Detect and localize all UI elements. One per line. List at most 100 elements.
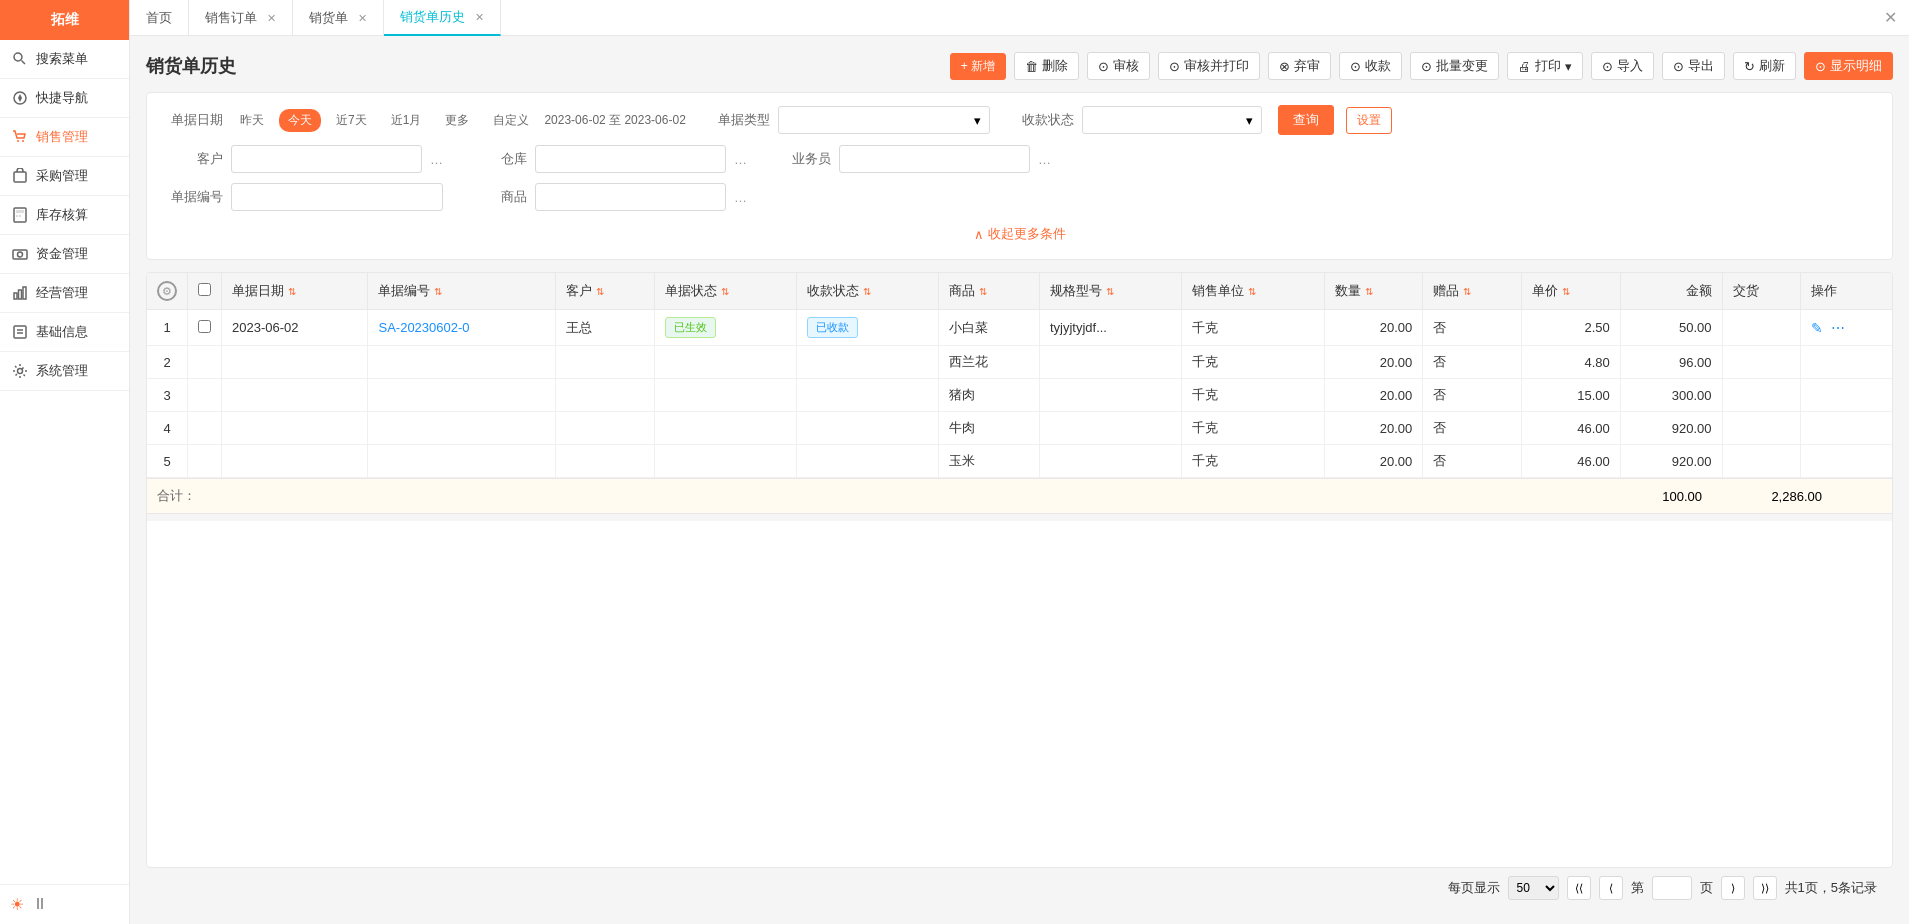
close-tab-sales-order[interactable]: ✕: [267, 0, 276, 36]
collect-status-select[interactable]: ▾: [1082, 106, 1262, 134]
th-doc-date[interactable]: 单据日期 ⇅: [222, 273, 368, 310]
prev-page-btn[interactable]: ⟨: [1599, 876, 1623, 900]
refresh-button[interactable]: ↻ 刷新: [1733, 52, 1796, 80]
page-number-input[interactable]: 1: [1652, 876, 1692, 900]
import-button[interactable]: ⊙ 导入: [1591, 52, 1654, 80]
th-doc-no[interactable]: 单据编号 ⇅: [368, 273, 556, 310]
show-detail-button[interactable]: ⊙ 显示明细: [1804, 52, 1893, 80]
cell-gift: 否: [1423, 346, 1522, 379]
cell-doc-no[interactable]: [368, 445, 556, 478]
next-page-btn[interactable]: ⟩: [1721, 876, 1745, 900]
date-tag-1month[interactable]: 近1月: [382, 109, 431, 132]
cell-collect-status: [797, 346, 939, 379]
cell-collect-status: [797, 412, 939, 445]
collapse-row[interactable]: ∧ 收起更多条件: [163, 221, 1876, 247]
date-tag-more[interactable]: 更多: [436, 109, 478, 132]
th-goods[interactable]: 商品 ⇅: [939, 273, 1039, 310]
cell-action: [1801, 445, 1892, 478]
sidebar-item-purchase-mgmt[interactable]: 采购管理: [0, 157, 129, 196]
close-tab-sales-goods[interactable]: ✕: [358, 0, 367, 36]
select-all-checkbox[interactable]: [198, 283, 211, 296]
column-settings-icon[interactable]: ⚙: [157, 281, 177, 301]
close-all-tabs[interactable]: ✕: [1884, 8, 1909, 27]
sun-icon[interactable]: ☀: [10, 895, 24, 914]
new-button[interactable]: + 新增: [950, 53, 1006, 80]
th-qty[interactable]: 数量 ⇅: [1324, 273, 1423, 310]
sidebar-item-ops-mgmt[interactable]: 经营管理: [0, 274, 129, 313]
cell-doc-no[interactable]: [368, 346, 556, 379]
cell-doc-no[interactable]: [368, 412, 556, 445]
audit-button[interactable]: ⊙ 审核: [1087, 52, 1150, 80]
tab-home[interactable]: 首页: [130, 0, 189, 36]
cell-checkbox[interactable]: [188, 379, 222, 412]
tab-sales-goods[interactable]: 销货单 ✕: [293, 0, 384, 36]
first-page-btn[interactable]: ⟨⟨: [1567, 876, 1591, 900]
per-page-select[interactable]: 50 100 200: [1508, 876, 1559, 900]
query-button[interactable]: 查询: [1278, 105, 1334, 135]
doc-no-input[interactable]: [231, 183, 443, 211]
filter-panel: 单据日期 昨天 今天 近7天 近1月 更多 自定义 2023-06-02 至 2…: [146, 92, 1893, 260]
customer-input[interactable]: [231, 145, 422, 173]
refresh-icon: ↻: [1744, 59, 1755, 74]
sidebar-item-quick-nav[interactable]: 快捷导航: [0, 79, 129, 118]
date-tag-yesterday[interactable]: 昨天: [231, 109, 273, 132]
cell-checkbox[interactable]: [188, 346, 222, 379]
detail-icon: ⊙: [1815, 59, 1826, 74]
th-collect-status[interactable]: 收款状态 ⇅: [797, 273, 939, 310]
page-header: 销货单历史 + 新增 🗑 删除 ⊙ 审核 ⊙ 审核并打印 ⊗ 弃审: [146, 52, 1893, 80]
pause-icon[interactable]: ⏸: [32, 895, 48, 914]
cell-amount: 920.00: [1620, 445, 1722, 478]
warehouse-input[interactable]: [535, 145, 726, 173]
th-customer[interactable]: 客户 ⇅: [556, 273, 655, 310]
date-tag-custom[interactable]: 自定义: [484, 109, 538, 132]
print-button[interactable]: 🖨 打印 ▾: [1507, 52, 1583, 80]
row-checkbox[interactable]: [198, 320, 211, 333]
sidebar-item-basic-info[interactable]: 基础信息: [0, 313, 129, 352]
cell-qty: 20.00: [1324, 346, 1423, 379]
doc-no-link[interactable]: SA-20230602-0: [378, 320, 469, 335]
warehouse-dots[interactable]: …: [734, 152, 747, 167]
export-button[interactable]: ⊙ 导出: [1662, 52, 1725, 80]
cell-doc-no[interactable]: SA-20230602-0: [368, 310, 556, 346]
cell-doc-no[interactable]: [368, 379, 556, 412]
sidebar-item-search-menu[interactable]: 搜索菜单: [0, 40, 129, 79]
cell-goods: 小白菜: [939, 310, 1039, 346]
date-tag-today[interactable]: 今天: [279, 109, 321, 132]
th-unit[interactable]: 销售单位 ⇅: [1182, 273, 1324, 310]
collect-button[interactable]: ⊙ 收款: [1339, 52, 1402, 80]
staff-dots[interactable]: …: [1038, 152, 1051, 167]
more-action-icon[interactable]: ⋯: [1831, 320, 1845, 336]
cell-checkbox[interactable]: [188, 412, 222, 445]
th-doc-status[interactable]: 单据状态 ⇅: [654, 273, 796, 310]
sidebar-item-sys-mgmt[interactable]: 系统管理: [0, 352, 129, 391]
data-table-wrapper: ⚙ 单据日期 ⇅ 单据编号: [146, 272, 1893, 868]
th-price[interactable]: 单价 ⇅: [1522, 273, 1621, 310]
sidebar-item-sales-mgmt[interactable]: 销售管理: [0, 118, 129, 157]
goods-input[interactable]: [535, 183, 726, 211]
staff-input[interactable]: [839, 145, 1030, 173]
goods-dots[interactable]: …: [734, 190, 747, 205]
th-gift[interactable]: 赠品 ⇅: [1423, 273, 1522, 310]
cell-customer: [556, 346, 655, 379]
close-tab-sales-goods-history[interactable]: ✕: [475, 0, 484, 35]
tab-sales-order[interactable]: 销售订单 ✕: [189, 0, 293, 36]
sidebar-item-finance[interactable]: 资金管理: [0, 235, 129, 274]
sidebar-item-inventory[interactable]: 库存核算: [0, 196, 129, 235]
batch-change-button[interactable]: ⊙ 批量变更: [1410, 52, 1499, 80]
horizontal-scrollbar[interactable]: [147, 513, 1892, 521]
date-tag-7days[interactable]: 近7天: [327, 109, 376, 132]
audit-print-button[interactable]: ⊙ 审核并打印: [1158, 52, 1260, 80]
delete-button[interactable]: 🗑 删除: [1014, 52, 1079, 80]
discard-button[interactable]: ⊗ 弃审: [1268, 52, 1331, 80]
pagination: 每页显示 50 100 200 ⟨⟨ ⟨ 第 1 页 ⟩ ⟩⟩ 共1页，5条记录: [146, 868, 1893, 908]
cell-checkbox[interactable]: [188, 310, 222, 346]
settings-button[interactable]: 设置: [1346, 107, 1392, 134]
tab-sales-goods-history[interactable]: 销货单历史 ✕: [384, 0, 501, 36]
customer-dots[interactable]: …: [430, 152, 443, 167]
page-title: 销货单历史: [146, 54, 236, 78]
th-spec[interactable]: 规格型号 ⇅: [1039, 273, 1181, 310]
cell-checkbox[interactable]: [188, 445, 222, 478]
edit-icon[interactable]: ✎: [1811, 320, 1823, 336]
doc-type-select[interactable]: ▾: [778, 106, 990, 134]
last-page-btn[interactable]: ⟩⟩: [1753, 876, 1777, 900]
